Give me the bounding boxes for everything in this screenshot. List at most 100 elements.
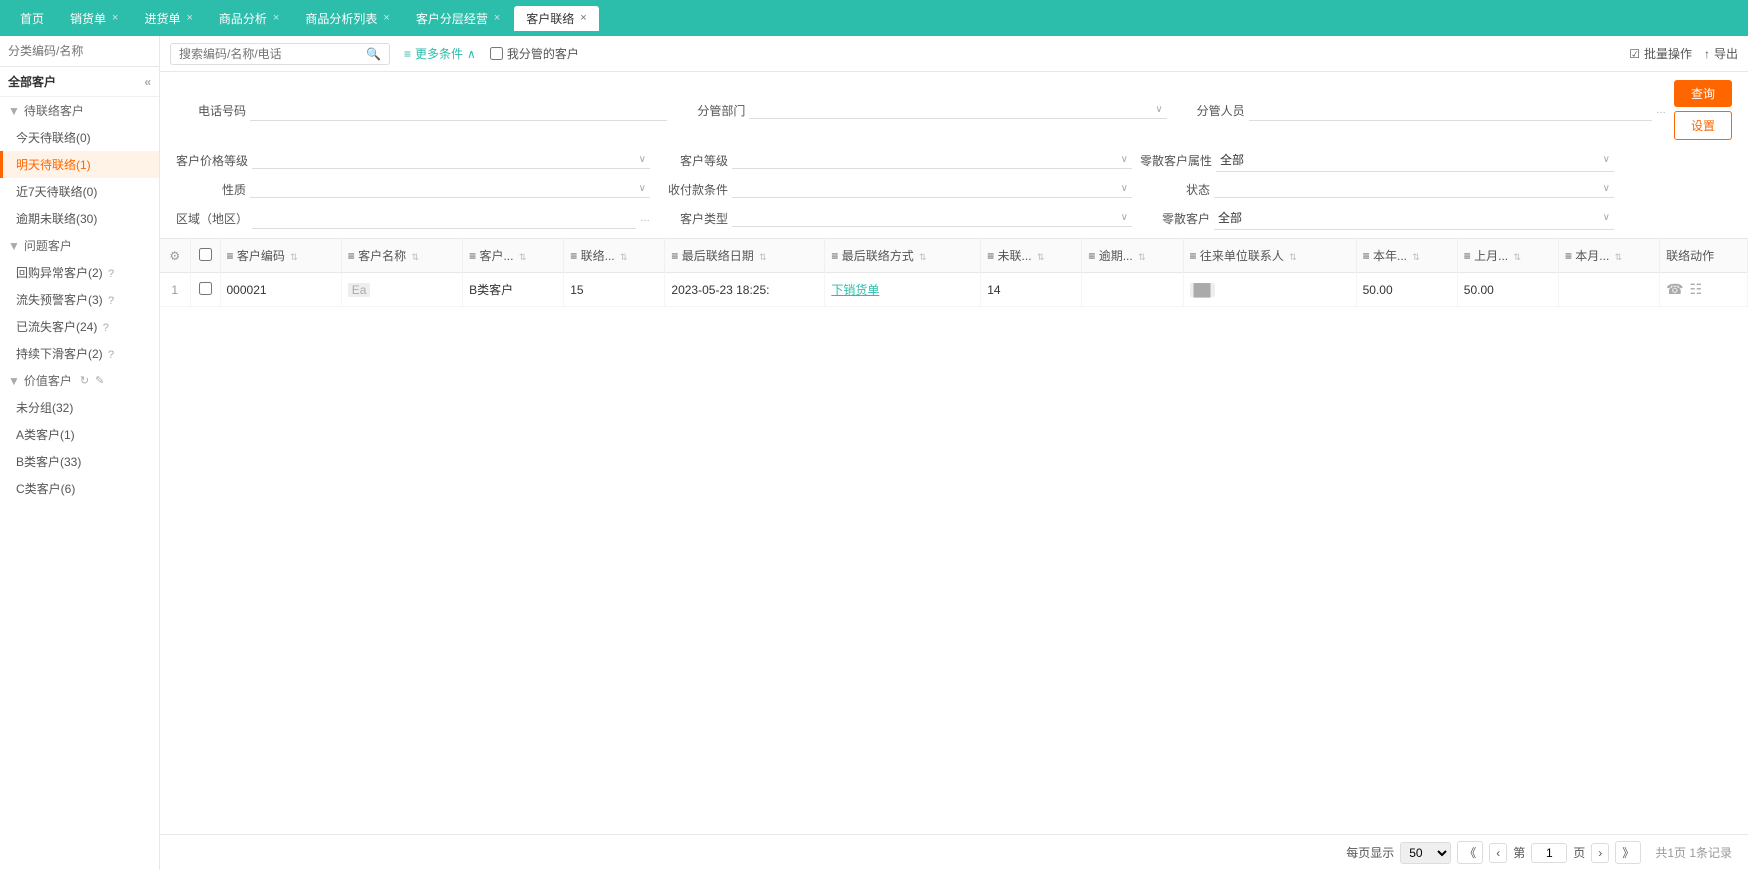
last-method-link[interactable]: 下销货单 — [831, 283, 879, 297]
col-settings[interactable]: ⚙ — [160, 239, 190, 273]
contacts-blurred: ██ — [1190, 283, 1215, 297]
filter-dept-select[interactable]: ∨ — [749, 101, 1166, 119]
col-method-sort[interactable]: ⇅ — [919, 252, 927, 262]
col-checkbox[interactable] — [190, 239, 220, 273]
col-year-sort[interactable]: ⇅ — [1412, 252, 1420, 262]
filter-retail-attr-value: 全部 — [1220, 151, 1244, 168]
sidebar-value-group[interactable]: ▼ 价值客户 ↻ ✎ — [0, 367, 159, 394]
col-contact-sort[interactable]: ⇅ — [620, 252, 628, 262]
sidebar-item-churned[interactable]: 已流失客户(24) ? — [0, 313, 159, 340]
nav-purchase-close[interactable]: × — [186, 12, 192, 24]
filter-price-level-select[interactable]: ∨ — [252, 151, 650, 169]
filter-retail-attr-select[interactable]: 全部 ∨ — [1216, 148, 1614, 172]
sidebar-item-b-class[interactable]: B类客户(33) — [0, 448, 159, 475]
nav-sales-label: 销货单 — [70, 10, 106, 27]
sidebar-item-repurchase[interactable]: 回购异常客户(2) ? — [0, 259, 159, 286]
col-lmonth-sort[interactable]: ⇅ — [1514, 252, 1522, 262]
page-input[interactable] — [1531, 843, 1567, 863]
select-all-checkbox[interactable] — [199, 248, 212, 261]
search-input[interactable] — [179, 47, 362, 61]
batch-op-btn[interactable]: ☑ 批量操作 — [1629, 45, 1692, 62]
row-num: 1 — [160, 273, 190, 307]
nav-customer-contact[interactable]: 客户联络 × — [514, 6, 598, 31]
my-customers-checkbox[interactable]: 我分管的客户 — [490, 45, 579, 62]
page-end-label: 页 — [1573, 844, 1585, 861]
nav-sales-close[interactable]: × — [112, 12, 118, 24]
col-type-sort[interactable]: ⇅ — [519, 252, 527, 262]
sidebar-pending-group[interactable]: ▼ 待联络客户 — [0, 97, 159, 124]
setting-button[interactable]: 设置 — [1674, 111, 1732, 140]
per-page-select[interactable]: 50 100 200 — [1400, 842, 1451, 864]
sidebar-item-c-class[interactable]: C类客户(6) — [0, 475, 159, 502]
filter-retail-cust-select[interactable]: 全部 ∨ — [1214, 206, 1614, 230]
nav-analysis-close[interactable]: × — [273, 12, 279, 24]
grid-action-icon[interactable]: ☷ — [1690, 281, 1703, 298]
row-last-method[interactable]: 下销货单 — [825, 273, 981, 307]
customer-table: ⚙ ≡ 客户编码 ⇅ ≡ 客户名称 ⇅ ≡ — [160, 239, 1748, 307]
col-this-year: ≡ 本年... ⇅ — [1356, 239, 1457, 273]
nav-customer-tier-close[interactable]: × — [494, 12, 500, 24]
sidebar-item-churn-warning[interactable]: 流失预警客户(3) ? — [0, 286, 159, 313]
sidebar-item-a-class[interactable]: A类客户(1) — [0, 421, 159, 448]
nav-home[interactable]: 首页 — [8, 6, 56, 31]
nav-purchase[interactable]: 进货单 × — [132, 6, 204, 31]
col-month-sort[interactable]: ⇅ — [1615, 252, 1623, 262]
col-not-contacted-sort[interactable]: ⇅ — [1037, 252, 1045, 262]
sidebar-search-input[interactable] — [8, 44, 160, 58]
nav-customer-tier-label: 客户分层经营 — [416, 10, 488, 27]
phone-action-icon[interactable]: ☎ — [1666, 281, 1683, 298]
row-contacts: ██ — [1183, 273, 1356, 307]
nav-analysis-list[interactable]: 商品分析列表 × — [293, 6, 401, 31]
nav-analysis-list-close[interactable]: × — [383, 12, 389, 24]
last-page-btn[interactable]: 》 — [1615, 841, 1641, 864]
sidebar-item-7days[interactable]: 近7天待联络(0) — [0, 178, 159, 205]
export-btn[interactable]: ↑ 导出 — [1704, 45, 1738, 62]
nav-sales[interactable]: 销货单 × — [58, 6, 130, 31]
sidebar-problem-group[interactable]: ▼ 问题客户 — [0, 232, 159, 259]
sidebar-item-tomorrow[interactable]: 明天待联络(1) — [0, 151, 159, 178]
sidebar-item-today[interactable]: 今天待联络(0) — [0, 124, 159, 151]
filter-manager-more[interactable]: … — [1656, 105, 1666, 116]
filter-phone-input[interactable] — [250, 100, 667, 121]
next-page-btn[interactable]: › — [1591, 843, 1609, 863]
filter-payment-select[interactable]: ∨ — [732, 180, 1132, 198]
nav-customer-tier[interactable]: 客户分层经营 × — [404, 6, 512, 31]
col-contacts-sort[interactable]: ⇅ — [1289, 252, 1297, 262]
sidebar-item-ungrouped[interactable]: 未分组(32) — [0, 394, 159, 421]
nav-analysis[interactable]: 商品分析 × — [207, 6, 291, 31]
col-date-sort[interactable]: ⇅ — [759, 252, 767, 262]
filter-region-input[interactable] — [252, 208, 636, 229]
filter-nature-select[interactable]: ∨ — [250, 180, 650, 198]
filter-phone-label: 电话号码 — [176, 102, 246, 119]
nav-purchase-label: 进货单 — [144, 10, 180, 27]
sidebar-item-declining[interactable]: 持续下滑客户(2) ? — [0, 340, 159, 367]
pending-arrow-icon: ▼ — [8, 104, 20, 118]
sidebar-item-overdue[interactable]: 逾期未联络(30) — [0, 205, 159, 232]
row-code: 000021 — [220, 273, 341, 307]
sidebar-all-customers[interactable]: 全部客户 « — [0, 67, 159, 97]
filter-btn[interactable]: ≡ 更多条件 ∧ — [398, 42, 482, 65]
value-arrow-icon: ▼ — [8, 374, 20, 388]
filter-retail-attr-chevron: ∨ — [1603, 154, 1610, 165]
filter-manager-input[interactable] — [1249, 100, 1652, 121]
col-code-sort[interactable]: ⇅ — [290, 252, 298, 262]
filter-cust-type-select[interactable]: ∨ — [732, 209, 1132, 227]
col-name-sort[interactable]: ⇅ — [412, 252, 420, 262]
sidebar-collapse-icon[interactable]: « — [144, 75, 151, 89]
row-checkbox[interactable] — [190, 273, 220, 307]
query-button[interactable]: 查询 — [1674, 80, 1732, 107]
first-page-btn[interactable]: 《 — [1457, 841, 1483, 864]
prev-page-btn[interactable]: ‹ — [1489, 843, 1507, 863]
nav-customer-contact-close[interactable]: × — [580, 12, 586, 24]
row-checkbox-input[interactable] — [199, 282, 212, 295]
filter-status-select[interactable]: ∨ — [1214, 180, 1614, 198]
search-icon[interactable]: 🔍 — [366, 47, 381, 61]
filter-cust-level-select[interactable]: ∨ — [732, 151, 1132, 169]
filter-region-more[interactable]: … — [640, 213, 650, 224]
my-customers-input[interactable] — [490, 47, 503, 60]
col-contacts: ≡ 往来单位联系人 ⇅ — [1183, 239, 1356, 273]
filter-cust-type: 客户类型 ∨ — [658, 209, 1132, 227]
problem-group-label: 问题客户 — [24, 237, 72, 254]
action-icons: ☎ ☷ — [1666, 281, 1741, 298]
col-overdue-sort[interactable]: ⇅ — [1138, 252, 1146, 262]
